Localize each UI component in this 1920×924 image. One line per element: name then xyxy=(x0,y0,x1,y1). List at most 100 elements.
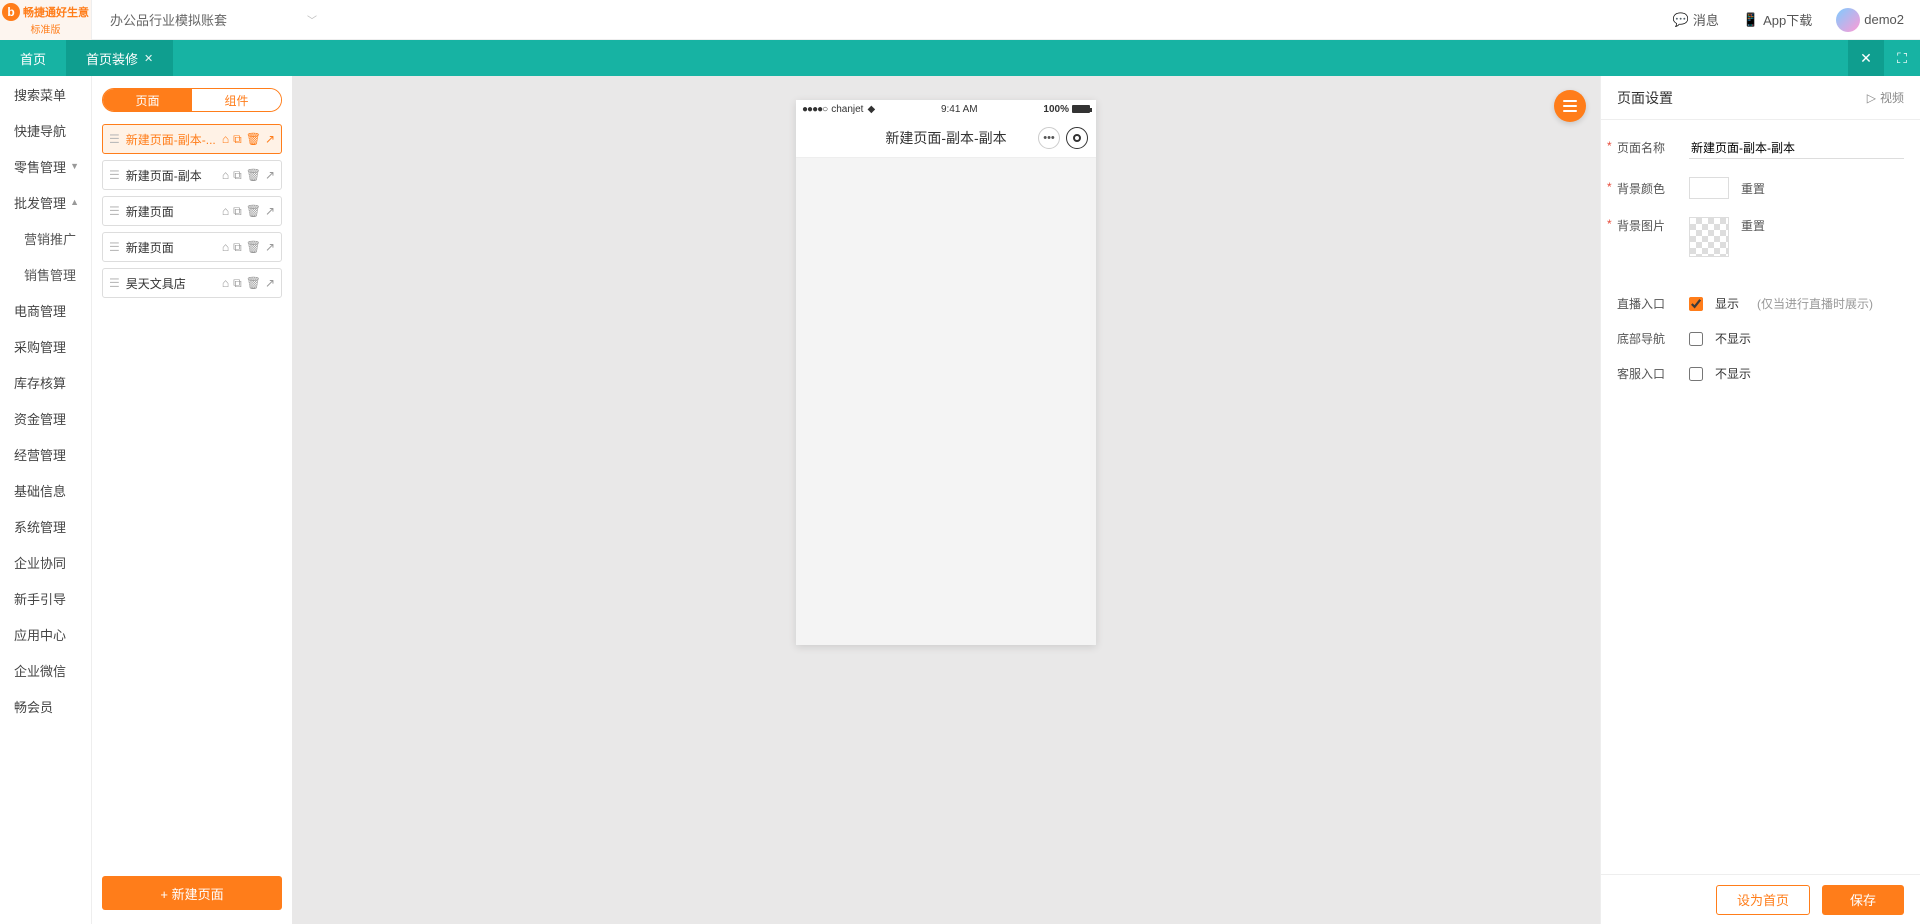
page-list-item[interactable]: ☰ 新建页面 ⌂ ⧉ 🗑 ↗ xyxy=(102,196,282,226)
tab-editor[interactable]: 首页装修 ✕ xyxy=(66,40,173,76)
delete-icon[interactable]: 🗑 xyxy=(246,276,261,291)
phone-time: 9:41 AM xyxy=(941,104,978,115)
video-label: 视频 xyxy=(1880,89,1904,106)
copy-icon[interactable]: ⧉ xyxy=(233,276,242,291)
page-item-name: 昊天文具店 xyxy=(126,275,216,292)
drag-handle-icon[interactable]: ☰ xyxy=(109,168,120,182)
external-link-icon[interactable]: ↗ xyxy=(265,276,275,291)
set-home-button[interactable]: 设为首页 xyxy=(1716,885,1810,915)
miniprogram-menu-icon[interactable]: ••• xyxy=(1038,127,1060,149)
messages-link[interactable]: 💬 消息 xyxy=(1673,10,1719,29)
chevron-down-icon: ﹀ xyxy=(307,12,317,27)
content-area: 页面 组件 ☰新建页面-副本-...⌂⧉🗑↗☰新建页面-副本⌂⧉🗑↗☰新建页面⌂… xyxy=(92,76,1920,924)
cs-checkbox[interactable] xyxy=(1689,367,1703,381)
sidebar-item[interactable]: 应用中心 xyxy=(0,616,91,652)
sidebar-item-label: 采购管理 xyxy=(14,337,66,356)
copy-icon[interactable]: ⧉ xyxy=(233,240,242,255)
sidebar-item[interactable]: 销售管理 xyxy=(0,256,91,292)
page-tabs: 首页 首页装修 ✕ ✕ ⛶ xyxy=(0,40,1920,76)
topbar-right: 💬 消息 📱 App下载 demo2 xyxy=(1673,8,1904,32)
bgcolor-reset[interactable]: 重置 xyxy=(1741,180,1765,197)
sidebar-item[interactable]: 系统管理 xyxy=(0,508,91,544)
page-list-item[interactable]: ☰新建页面-副本-...⌂⧉🗑↗ xyxy=(102,124,282,154)
sidebar-item[interactable]: 搜索菜单 xyxy=(0,76,91,112)
delete-icon[interactable]: 🗑 xyxy=(246,204,261,219)
sidebar-item-label: 快捷导航 xyxy=(14,121,66,140)
home-icon[interactable]: ⌂ xyxy=(222,240,229,255)
miniprogram-close-icon[interactable] xyxy=(1066,127,1088,149)
sidebar-item[interactable]: 采购管理 xyxy=(0,328,91,364)
toggle-page[interactable]: 页面 xyxy=(103,89,192,111)
tab-editor-label: 首页装修 xyxy=(86,49,138,68)
sidebar-item-label: 经营管理 xyxy=(14,445,66,464)
battery-percent: 100% xyxy=(1043,104,1069,115)
cs-label: 客服入口 xyxy=(1617,365,1677,382)
sidebar-item-label: 企业协同 xyxy=(14,553,66,572)
sidebar-item[interactable]: 库存核算 xyxy=(0,364,91,400)
copy-icon[interactable]: ⧉ xyxy=(233,132,242,147)
drag-handle-icon[interactable]: ☰ xyxy=(109,204,120,218)
page-list-item[interactable]: ☰新建页面-副本⌂⧉🗑↗ xyxy=(102,160,282,190)
sidebar-item-label: 营销推广 xyxy=(24,229,76,248)
sidebar-item[interactable]: 零售管理▼ xyxy=(0,148,91,184)
delete-icon[interactable]: 🗑 xyxy=(246,168,261,183)
app-download-link[interactable]: 📱 App下载 xyxy=(1743,10,1812,29)
page-item-name: 新建页面 xyxy=(126,203,216,220)
copy-icon[interactable]: ⧉ xyxy=(233,168,242,183)
page-list-item[interactable]: ☰ 昊天文具店 ⌂ ⧉ 🗑 ↗ xyxy=(102,268,282,298)
external-link-icon[interactable]: ↗ xyxy=(265,168,275,183)
toggle-component[interactable]: 组件 xyxy=(192,89,281,111)
save-button[interactable]: 保存 xyxy=(1822,885,1904,915)
brand-logo-icon: b xyxy=(2,3,20,21)
sidebar-item[interactable]: 基础信息 xyxy=(0,472,91,508)
sidebar-item[interactable]: 资金管理 xyxy=(0,400,91,436)
message-icon: 💬 xyxy=(1673,12,1689,28)
sidebar-item[interactable]: 企业微信 xyxy=(0,652,91,688)
home-icon[interactable]: ⌂ xyxy=(222,132,229,147)
fullscreen-button[interactable]: ⛶ xyxy=(1884,40,1920,76)
drag-handle-icon[interactable]: ☰ xyxy=(109,132,120,146)
external-link-icon[interactable]: ↗ xyxy=(265,204,275,219)
brand-box: b 畅捷通好生意 标准版 xyxy=(0,0,92,40)
sidebar-item[interactable]: 批发管理▲ xyxy=(0,184,91,220)
sidebar-item[interactable]: 经营管理 xyxy=(0,436,91,472)
tab-home[interactable]: 首页 xyxy=(0,40,66,76)
video-help-link[interactable]: ▷ 视频 xyxy=(1867,89,1904,106)
delete-icon[interactable]: 🗑 xyxy=(246,132,261,147)
live-checkbox[interactable] xyxy=(1689,297,1703,311)
sidebar-item[interactable]: 营销推广 xyxy=(0,220,91,256)
new-page-button[interactable]: + 新建页面 xyxy=(102,876,282,910)
sidebar-item-label: 新手引导 xyxy=(14,589,66,608)
sidebar-item[interactable]: 快捷导航 xyxy=(0,112,91,148)
sidebar-item[interactable]: 企业协同 xyxy=(0,544,91,580)
tabs-close-button[interactable]: ✕ xyxy=(1848,40,1884,76)
bgimg-reset[interactable]: 重置 xyxy=(1741,217,1765,234)
account-selector-label: 办公品行业模拟账套 xyxy=(110,10,227,29)
external-link-icon[interactable]: ↗ xyxy=(265,240,275,255)
home-icon[interactable]: ⌂ xyxy=(222,204,229,219)
copy-icon[interactable]: ⧉ xyxy=(233,204,242,219)
external-link-icon[interactable]: ↗ xyxy=(265,132,275,147)
page-list-panel: 页面 组件 ☰新建页面-副本-...⌂⧉🗑↗☰新建页面-副本⌂⧉🗑↗☰新建页面⌂… xyxy=(92,76,292,924)
drag-handle-icon[interactable]: ☰ xyxy=(109,276,120,290)
nav-checkbox[interactable] xyxy=(1689,332,1703,346)
live-option: 显示 xyxy=(1715,295,1739,312)
battery-icon xyxy=(1072,105,1090,113)
bgimg-swatch[interactable] xyxy=(1689,217,1729,257)
delete-icon[interactable]: 🗑 xyxy=(246,240,261,255)
page-name-input[interactable] xyxy=(1689,136,1904,159)
sidebar-item[interactable]: 电商管理 xyxy=(0,292,91,328)
account-selector[interactable]: 办公品行业模拟账套 ﹀ xyxy=(110,6,317,34)
bgimg-label: 背景图片 xyxy=(1617,217,1677,234)
home-icon[interactable]: ⌂ xyxy=(222,168,229,183)
sidebar-item[interactable]: 新手引导 xyxy=(0,580,91,616)
bgcolor-swatch[interactable] xyxy=(1689,177,1729,199)
page-list-item[interactable]: ☰新建页面⌂⧉🗑↗ xyxy=(102,232,282,262)
close-icon[interactable]: ✕ xyxy=(144,52,153,65)
drag-handle-icon[interactable]: ☰ xyxy=(109,240,120,254)
home-icon[interactable]: ⌂ xyxy=(222,276,229,291)
canvas-menu-button[interactable] xyxy=(1554,90,1586,122)
user-menu[interactable]: demo2 xyxy=(1836,8,1904,32)
sidebar-item[interactable]: 畅会员 xyxy=(0,688,91,724)
page-component-toggle: 页面 组件 xyxy=(102,88,282,112)
